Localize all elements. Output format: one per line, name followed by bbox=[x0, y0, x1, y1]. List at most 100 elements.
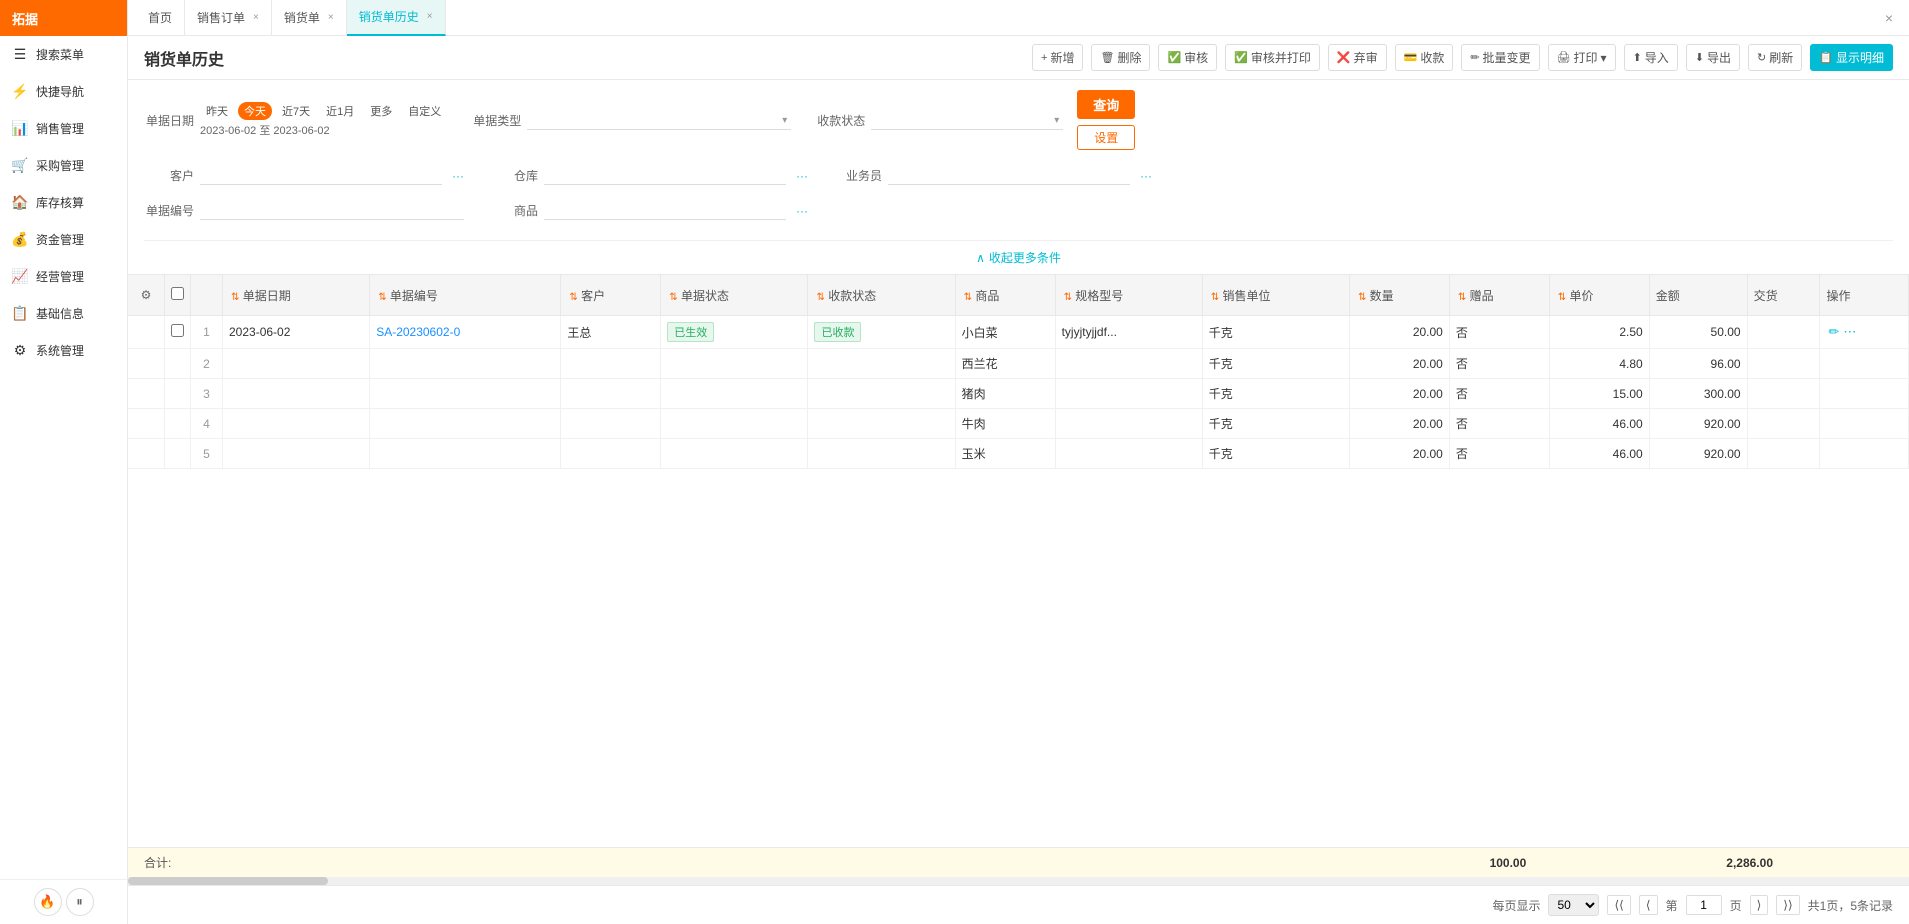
sidebar-item-quick-nav[interactable]: ⚡ 快捷导航 bbox=[0, 73, 127, 110]
sidebar-bottom: 🔥 ⏸ bbox=[0, 879, 127, 924]
row-edit-btn[interactable]: ✏ bbox=[1828, 324, 1839, 339]
date-shortcut-1month[interactable]: 近1月 bbox=[320, 102, 360, 120]
row-goods: 小白菜 bbox=[955, 316, 1055, 349]
table-col-settings[interactable]: ⚙ bbox=[128, 275, 165, 316]
row-docno[interactable] bbox=[370, 409, 561, 439]
table-col-customer[interactable]: ⇅ 客户 bbox=[561, 275, 661, 316]
tab-sales-order[interactable]: 销售订单 × bbox=[185, 0, 272, 36]
row-more-btn[interactable]: ⋯ bbox=[1843, 324, 1856, 339]
sidebar-pause-btn[interactable]: ⏸ bbox=[66, 888, 94, 916]
prev-page-btn[interactable]: ⟨ bbox=[1639, 895, 1658, 915]
add-button[interactable]: + 新增 bbox=[1032, 44, 1083, 71]
tab-sales-order-close[interactable]: × bbox=[253, 12, 259, 23]
delete-button[interactable]: 🗑 删除 bbox=[1091, 44, 1150, 71]
current-page-input[interactable] bbox=[1686, 895, 1722, 915]
table-col-unit[interactable]: ⇅ 销售单位 bbox=[1202, 275, 1349, 316]
sidebar-fire-btn[interactable]: 🔥 bbox=[34, 888, 62, 916]
sidebar-item-purchase-mgmt[interactable]: 🛒 采购管理 bbox=[0, 147, 127, 184]
filter-staff-item: 业务员 ··· bbox=[832, 166, 1152, 185]
export-button[interactable]: ⬇ 导出 bbox=[1686, 44, 1740, 71]
filter-doc-no-input[interactable] bbox=[200, 201, 464, 220]
row-select-checkbox[interactable] bbox=[171, 324, 184, 337]
sidebar-item-system[interactable]: ⚙ 系统管理 bbox=[0, 332, 127, 369]
date-shortcut-7days[interactable]: 近7天 bbox=[276, 102, 316, 120]
sidebar-item-inventory[interactable]: 🏠 库存核算 bbox=[0, 184, 127, 221]
row-docno[interactable]: SA-20230602-0 bbox=[370, 316, 561, 349]
row-paymentstatus bbox=[808, 379, 955, 409]
date-shortcut-yesterday[interactable]: 昨天 bbox=[200, 102, 234, 120]
table-col-gift[interactable]: ⇅ 赠品 bbox=[1449, 275, 1549, 316]
sidebar-item-operations[interactable]: 📈 经营管理 bbox=[0, 258, 127, 295]
sidebar-item-finance[interactable]: 💰 资金管理 bbox=[0, 221, 127, 258]
sort-icon: ⇅ bbox=[231, 292, 239, 303]
filter-goods-input[interactable] bbox=[544, 201, 786, 220]
scrollbar-thumb[interactable] bbox=[128, 877, 328, 885]
row-price: 46.00 bbox=[1549, 409, 1649, 439]
footer-label: 合计: bbox=[144, 854, 171, 871]
import-button[interactable]: ⬆ 导入 bbox=[1624, 44, 1678, 71]
filter-warehouse-input[interactable] bbox=[544, 166, 786, 185]
table-col-date[interactable]: ⇅ 单据日期 bbox=[223, 275, 370, 316]
table-col-price[interactable]: ⇅ 单价 bbox=[1549, 275, 1649, 316]
filter-staff-dots[interactable]: ··· bbox=[1140, 169, 1152, 183]
date-shortcut-today[interactable]: 今天 bbox=[238, 102, 272, 120]
date-shortcut-more[interactable]: 更多 bbox=[364, 102, 398, 120]
filter-warehouse-dots[interactable]: ··· bbox=[796, 169, 808, 183]
settings-gear-icon[interactable]: ⚙ bbox=[134, 283, 158, 307]
last-page-btn[interactable]: ⟩⟩ bbox=[1776, 895, 1799, 915]
tab-sales-delivery[interactable]: 销货单 × bbox=[272, 0, 347, 36]
table-col-checkbox[interactable] bbox=[165, 275, 191, 316]
table-col-docno[interactable]: ⇅ 单据编号 bbox=[370, 275, 561, 316]
tab-home[interactable]: 首页 bbox=[136, 0, 185, 36]
settings-button[interactable]: 设置 bbox=[1077, 125, 1135, 150]
first-page-btn[interactable]: ⟨⟨ bbox=[1607, 895, 1630, 915]
refresh-button[interactable]: ↻ 刷新 bbox=[1748, 44, 1802, 71]
filter-customer-dots[interactable]: ··· bbox=[452, 169, 464, 183]
row-checkbox[interactable] bbox=[165, 349, 191, 379]
horizontal-scrollbar[interactable] bbox=[128, 877, 1909, 885]
filter-customer-item: 客户 ··· bbox=[144, 166, 464, 185]
next-page-btn[interactable]: ⟩ bbox=[1750, 895, 1769, 915]
row-checkbox[interactable] bbox=[165, 316, 191, 349]
select-all-checkbox[interactable] bbox=[171, 287, 184, 300]
filter-doc-type-select[interactable] bbox=[527, 111, 791, 130]
table-col-qty[interactable]: ⇅ 数量 bbox=[1349, 275, 1449, 316]
filter-goods-dots[interactable]: ··· bbox=[796, 204, 808, 218]
collect-button[interactable]: 💳 收款 bbox=[1395, 44, 1454, 71]
sidebar-item-search-menu[interactable]: ☰ 搜索菜单 bbox=[0, 36, 127, 73]
table-col-docstatus[interactable]: ⇅ 单据状态 bbox=[661, 275, 808, 316]
sidebar-item-basic-info[interactable]: 📋 基础信息 bbox=[0, 295, 127, 332]
filter-staff-input[interactable] bbox=[888, 166, 1130, 185]
tab-bar-close[interactable]: × bbox=[1877, 10, 1901, 26]
row-docno[interactable] bbox=[370, 439, 561, 469]
date-shortcut-custom[interactable]: 自定义 bbox=[402, 102, 447, 120]
abandon-button[interactable]: ❌ 弃审 bbox=[1328, 44, 1387, 71]
batch-change-button[interactable]: ✏ 批量变更 bbox=[1461, 44, 1539, 71]
print-button[interactable]: 🖨 打印 ▾ bbox=[1548, 44, 1616, 71]
sidebar-item-sales-mgmt[interactable]: 📊 销售管理 bbox=[0, 110, 127, 147]
table-col-paymentstatus[interactable]: ⇅ 收款状态 bbox=[808, 275, 955, 316]
show-details-button[interactable]: 📋 显示明细 bbox=[1810, 44, 1893, 71]
filter-customer-input[interactable] bbox=[200, 166, 442, 185]
audit-print-button[interactable]: ✅ 审核并打印 bbox=[1225, 44, 1320, 71]
sidebar-item-label: 搜索菜单 bbox=[36, 46, 84, 63]
row-checkbox[interactable] bbox=[165, 439, 191, 469]
tab-sales-delivery-close[interactable]: × bbox=[328, 12, 334, 23]
sort-icon: ⇅ bbox=[964, 292, 972, 303]
filter-payment-status-select[interactable] bbox=[871, 111, 1063, 130]
row-docno[interactable] bbox=[370, 349, 561, 379]
row-checkbox[interactable] bbox=[165, 379, 191, 409]
row-amount: 920.00 bbox=[1649, 409, 1747, 439]
collapse-button[interactable]: ∧ 收起更多条件 bbox=[972, 245, 1065, 270]
status-badge: 已生效 bbox=[667, 322, 714, 342]
doc-no-link[interactable]: SA-20230602-0 bbox=[376, 325, 460, 339]
tab-sales-history[interactable]: 销货单历史 × bbox=[347, 0, 446, 36]
page-size-select[interactable]: 50 20 100 bbox=[1548, 894, 1599, 916]
table-col-goods[interactable]: ⇅ 商品 bbox=[955, 275, 1055, 316]
audit-button[interactable]: ✅ 审核 bbox=[1158, 44, 1217, 71]
row-checkbox[interactable] bbox=[165, 409, 191, 439]
row-docno[interactable] bbox=[370, 379, 561, 409]
tab-sales-history-close[interactable]: × bbox=[427, 11, 433, 22]
query-button[interactable]: 查询 bbox=[1077, 90, 1135, 119]
table-col-spec[interactable]: ⇅ 规格型号 bbox=[1055, 275, 1202, 316]
